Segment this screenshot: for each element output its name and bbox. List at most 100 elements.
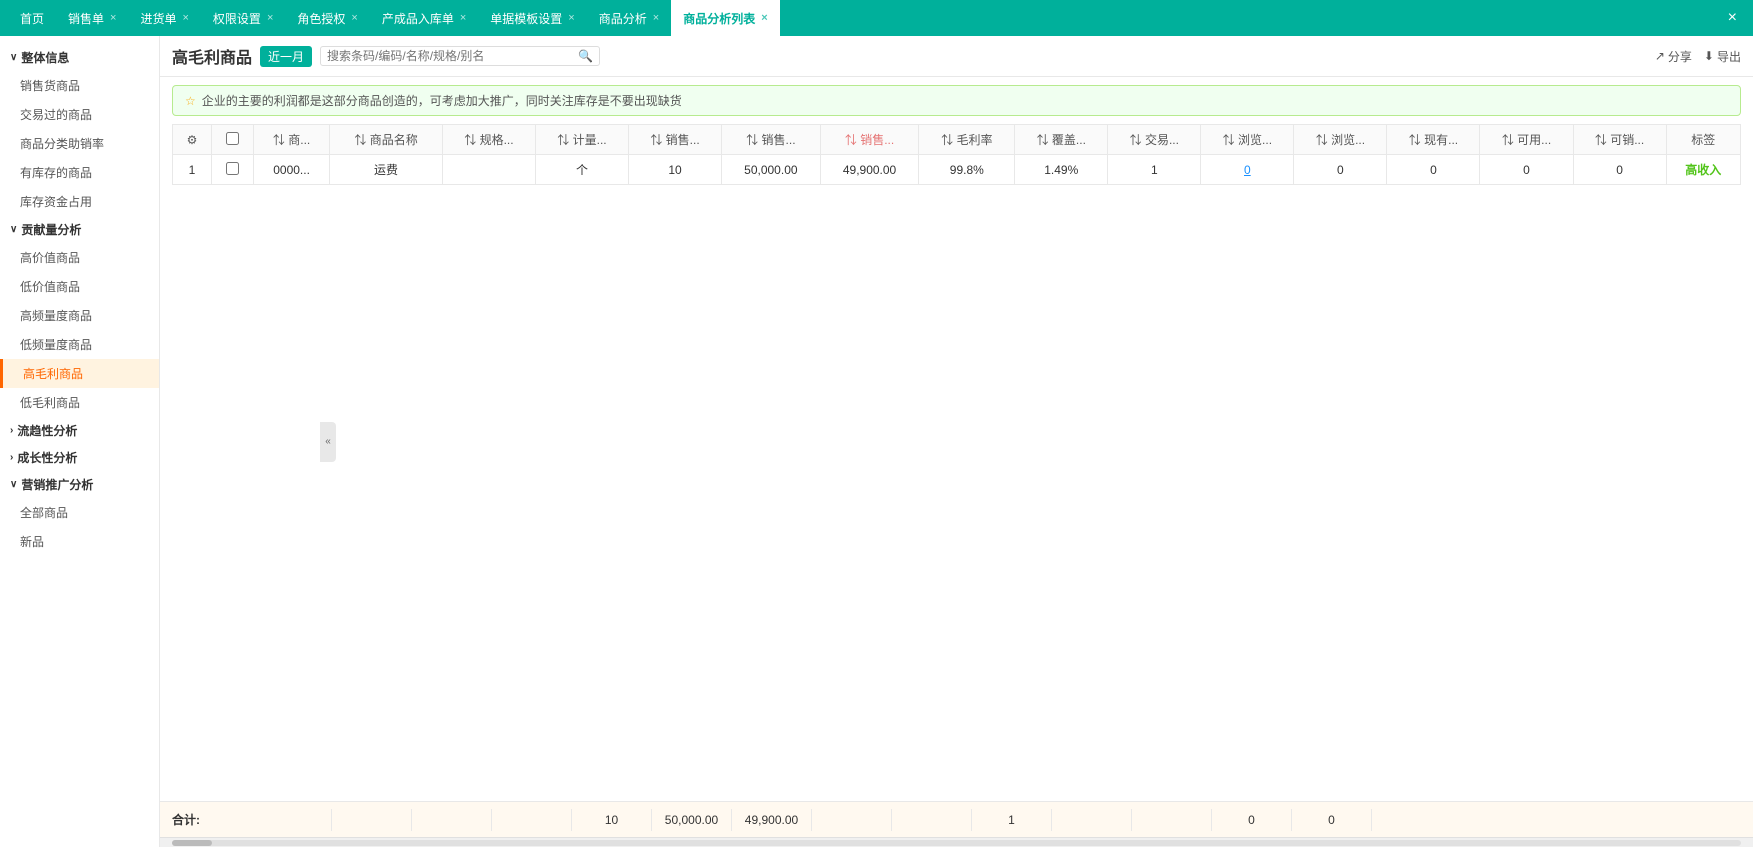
col-unit[interactable]: ⇅ 计量... <box>535 125 628 155</box>
cell-checkbox[interactable] <box>211 155 253 185</box>
footer-spacer8 <box>1132 809 1212 831</box>
select-all-checkbox[interactable] <box>226 132 239 145</box>
col-gross-margin[interactable]: ⇅ 毛利率 <box>919 125 1015 155</box>
footer-trade: 1 <box>972 809 1052 831</box>
nav-role-close[interactable]: × <box>351 12 357 24</box>
sidebar-item-low-freq[interactable]: 低频量度商品 <box>0 330 159 359</box>
nav-inventory[interactable]: 产成品入库单 × <box>370 0 478 36</box>
col-settings[interactable]: ⚙ <box>173 125 212 155</box>
col-coverage[interactable]: ⇅ 覆盖... <box>1015 125 1108 155</box>
page-title: 高毛利商品 <box>172 44 252 68</box>
col-code[interactable]: ⇅ 商... <box>253 125 329 155</box>
cell-code: 0000... <box>253 155 329 185</box>
sort-icon-gm: ⇅ <box>941 133 953 147</box>
nav-template[interactable]: 单据模板设置 × <box>478 0 586 36</box>
sort-icon-v2: ⇅ <box>1316 133 1328 147</box>
sidebar-section-trend[interactable]: › 流趋性分析 <box>0 417 159 444</box>
nav-role[interactable]: 角色授权 × <box>285 0 369 36</box>
nav-analysis[interactable]: 商品分析 × <box>587 0 671 36</box>
col-spec[interactable]: ⇅ 规格... <box>442 125 535 155</box>
export-button[interactable]: ⬇ 导出 <box>1704 48 1741 65</box>
footer-spacer2 <box>332 809 412 831</box>
sidebar-section-overall[interactable]: ∨ 整体信息 <box>0 44 159 71</box>
scroll-thumb[interactable] <box>172 840 212 846</box>
footer-sales-amount: 50,000.00 <box>652 809 732 831</box>
time-filter-button[interactable]: 近一月 <box>260 46 312 67</box>
col-name[interactable]: ⇅ 商品名称 <box>330 125 443 155</box>
col-views1[interactable]: ⇅ 浏览... <box>1201 125 1294 155</box>
nav-home[interactable]: 首页 <box>8 0 56 36</box>
col-saleable[interactable]: ⇅ 可销... <box>1573 125 1666 155</box>
footer-cells: 10 50,000.00 49,900.00 1 0 0 <box>252 809 1741 831</box>
sidebar-item-capital[interactable]: 库存资金占用 <box>0 187 159 216</box>
nav-purchase-close[interactable]: × <box>182 12 188 24</box>
col-current-stock[interactable]: ⇅ 现有... <box>1387 125 1480 155</box>
nav-analysis-list[interactable]: 商品分析列表 × <box>671 0 779 36</box>
nav-permission[interactable]: 权限设置 × <box>201 0 285 36</box>
sidebar-item-sales-goods[interactable]: 销售货商品 <box>0 71 159 100</box>
col-available[interactable]: ⇅ 可用... <box>1480 125 1573 155</box>
sidebar-item-category-sales[interactable]: 商品分类助销率 <box>0 129 159 158</box>
sort-icon-unit: ⇅ <box>557 133 569 147</box>
growth-section-label: 成长性分析 <box>17 449 77 466</box>
sidebar-item-high-freq[interactable]: 高频量度商品 <box>0 301 159 330</box>
sort-icon-sa: ⇅ <box>746 133 758 147</box>
content-header: 高毛利商品 近一月 🔍 ↗ 分享 ⬇ 导出 <box>160 36 1753 77</box>
share-button[interactable]: ↗ 分享 <box>1655 48 1692 65</box>
cell-views1[interactable]: 0 <box>1201 155 1294 185</box>
sidebar-item-in-stock[interactable]: 有库存的商品 <box>0 158 159 187</box>
col-trade[interactable]: ⇅ 交易... <box>1108 125 1201 155</box>
nav-sales[interactable]: 销售单 × <box>56 0 128 36</box>
share-icon: ↗ <box>1655 49 1665 63</box>
contribution-section-label: 贡献量分析 <box>21 221 81 238</box>
footer-current-stock: 0 <box>1212 809 1292 831</box>
sidebar-item-high-margin[interactable]: 高毛利商品 <box>0 359 159 388</box>
sidebar-item-all-goods[interactable]: 全部商品 <box>0 498 159 527</box>
sort-icon: ⇅ <box>273 133 285 147</box>
sidebar-item-traded-goods[interactable]: 交易过的商品 <box>0 100 159 129</box>
nav-analysis-close[interactable]: × <box>653 12 659 24</box>
marketing-arrow: ∨ <box>10 479 17 490</box>
sidebar-item-low-margin[interactable]: 低毛利商品 <box>0 388 159 417</box>
footer-spacer7 <box>1052 809 1132 831</box>
growth-arrow: › <box>10 452 13 463</box>
nav-template-label: 单据模板设置 <box>490 10 562 27</box>
nav-template-close[interactable]: × <box>568 12 574 24</box>
nav-home-label: 首页 <box>20 10 44 27</box>
search-input[interactable] <box>327 49 578 63</box>
nav-inventory-close[interactable]: × <box>460 12 466 24</box>
sort-icon-name: ⇅ <box>354 133 366 147</box>
footer-sales-qty: 10 <box>572 809 652 831</box>
col-sales-cost[interactable]: ⇅ 销售... <box>820 125 919 155</box>
scroll-track <box>172 840 1741 846</box>
col-checkbox[interactable] <box>211 125 253 155</box>
sort-icon-cov: ⇅ <box>1037 133 1049 147</box>
sidebar-item-high-value[interactable]: 高价值商品 <box>0 243 159 272</box>
footer-spacer3 <box>412 809 492 831</box>
search-box: 🔍 <box>320 46 600 66</box>
sidebar-item-low-value[interactable]: 低价值商品 <box>0 272 159 301</box>
col-tag[interactable]: 标签 <box>1666 125 1740 155</box>
search-icon[interactable]: 🔍 <box>578 49 593 63</box>
main-layout: ∨ 整体信息 销售货商品 交易过的商品 商品分类助销率 有库存的商品 库存资金占… <box>0 36 1753 847</box>
cell-name: 运费 <box>330 155 443 185</box>
col-sales-qty[interactable]: ⇅ 销售... <box>628 125 721 155</box>
cell-tag: 高收入 <box>1666 155 1740 185</box>
sidebar-section-growth[interactable]: › 成长性分析 <box>0 444 159 471</box>
nav-sales-close[interactable]: × <box>110 12 116 24</box>
sidebar-section-contribution[interactable]: ∨ 贡献量分析 <box>0 216 159 243</box>
col-sales-amount[interactable]: ⇅ 销售... <box>722 125 821 155</box>
sort-icon-cs: ⇅ <box>1409 133 1421 147</box>
close-all-tabs[interactable]: × <box>1720 9 1745 27</box>
sidebar-collapse-button[interactable]: « <box>320 422 336 462</box>
col-views2[interactable]: ⇅ 浏览... <box>1294 125 1387 155</box>
nav-purchase[interactable]: 进货单 × <box>128 0 200 36</box>
sidebar-item-new-goods[interactable]: 新品 <box>0 527 159 556</box>
footer-sales-cost: 49,900.00 <box>732 809 812 831</box>
sidebar-section-marketing[interactable]: ∨ 营销推广分析 <box>0 471 159 498</box>
nav-analysis-list-close[interactable]: × <box>761 12 767 24</box>
sort-icon-spec: ⇅ <box>464 133 476 147</box>
nav-permission-close[interactable]: × <box>267 12 273 24</box>
horizontal-scrollbar[interactable] <box>160 837 1753 847</box>
footer-spacer1 <box>252 809 332 831</box>
